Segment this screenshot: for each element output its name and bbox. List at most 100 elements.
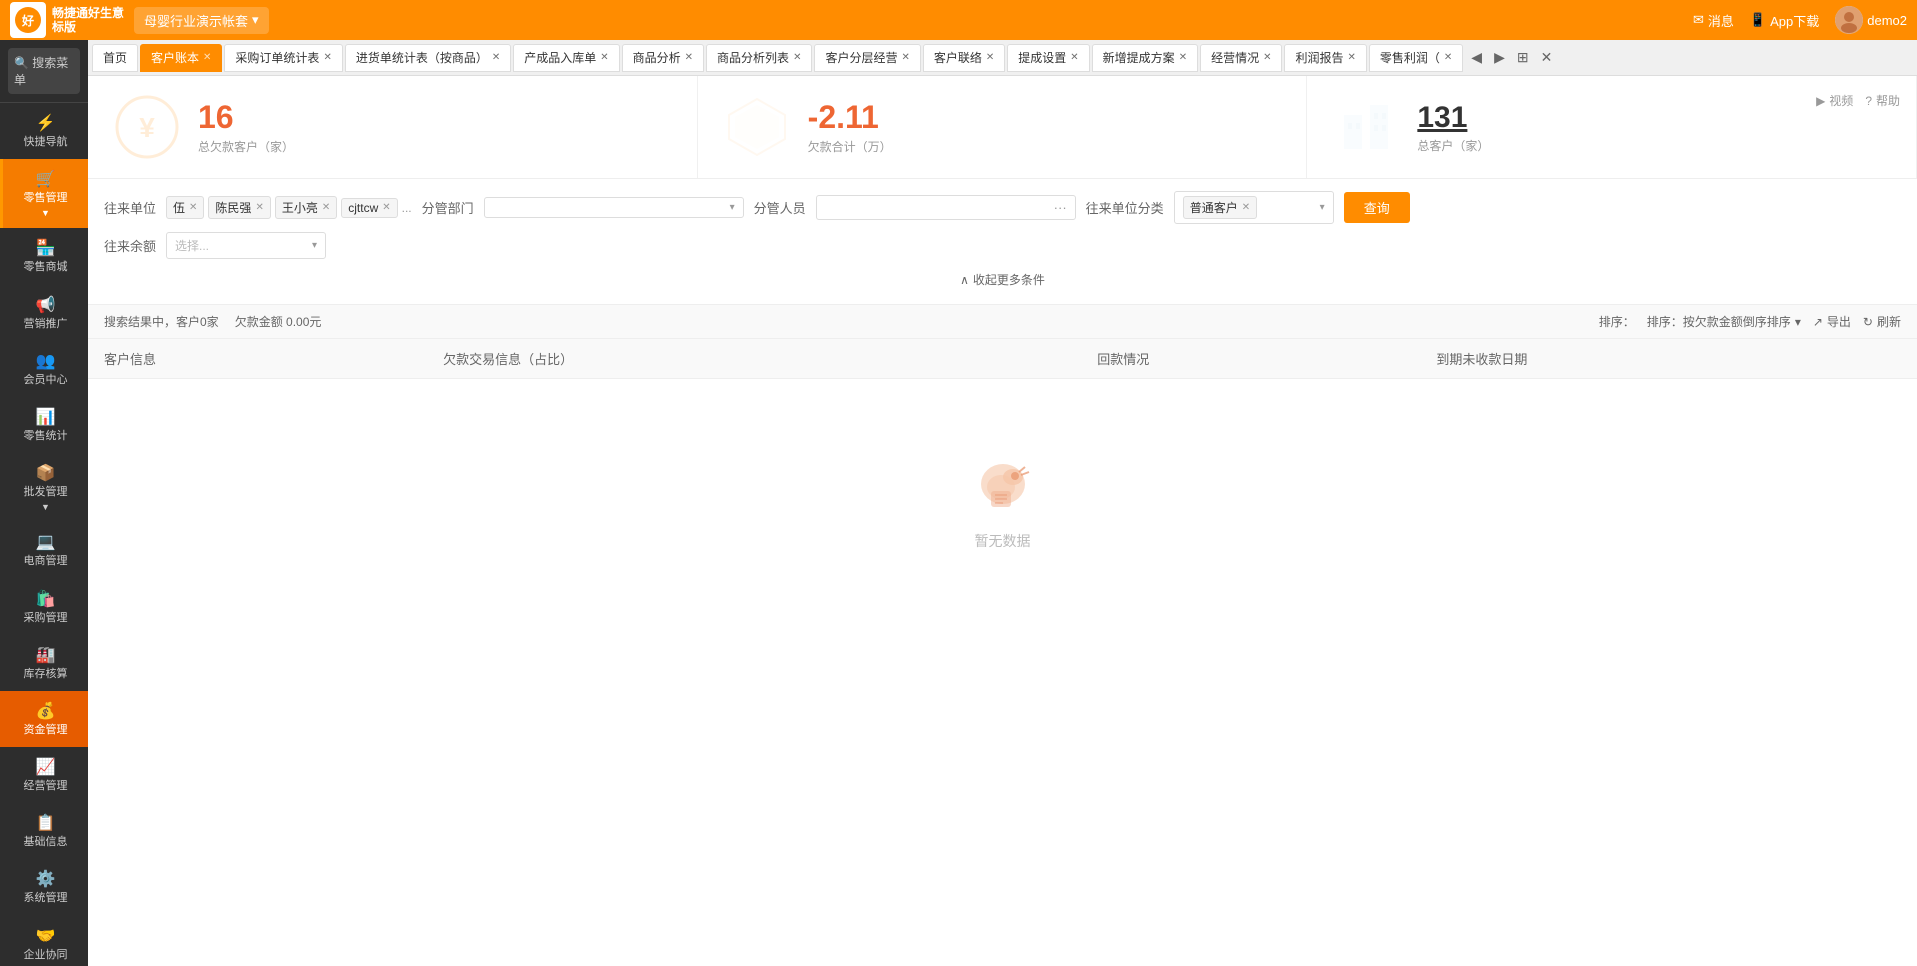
member-icon: 👥	[36, 351, 56, 371]
sidebar-nav-item-retail-stats[interactable]: 📊 零售统计	[0, 397, 88, 453]
tab-customer-layer[interactable]: 客户分层经营 ✕	[814, 44, 920, 72]
building-bg-icon	[1331, 92, 1401, 162]
video-btn[interactable]: ▶ 视频	[1816, 92, 1853, 109]
tab-retail-profit[interactable]: 零售利润（ ✕	[1369, 44, 1463, 72]
collapse-button[interactable]: ∧ 收起更多条件	[960, 271, 1045, 288]
app-download-btn[interactable]: 📱 App下载	[1750, 11, 1819, 30]
help-btn[interactable]: ? 帮助	[1865, 92, 1900, 109]
tab-home[interactable]: 首页	[92, 44, 138, 72]
unit-filter-label: 往来单位	[104, 198, 156, 217]
tab-profit-report[interactable]: 利润报告 ✕	[1284, 44, 1366, 72]
purchase-icon: 🛍️	[36, 589, 56, 609]
sidebar-search-area: 🔍 搜索菜单	[0, 40, 88, 103]
close-tab-commission[interactable]: ✕	[1070, 52, 1078, 63]
chevron-down-icon: ▾	[252, 12, 259, 28]
search-menu-button[interactable]: 🔍 搜索菜单	[8, 48, 80, 94]
close-tab-customer-contact[interactable]: ✕	[986, 52, 994, 63]
balance-arrow-icon: ▾	[312, 240, 317, 251]
person-select[interactable]: ···	[816, 195, 1076, 220]
tab-goods-in[interactable]: 进货单统计表（按商品） ✕	[345, 44, 511, 72]
sort-button[interactable]: 排序：按欠款金额倒序排序 ▾	[1647, 313, 1801, 330]
close-tab-goods-in[interactable]: ✕	[492, 52, 500, 63]
close-tab-purchase[interactable]: ✕	[323, 52, 331, 63]
class-tag-normal: 普通客户 ✕	[1183, 196, 1257, 219]
remove-tag-chen[interactable]: ✕	[255, 202, 263, 213]
col-customer-info: 客户信息	[88, 339, 427, 379]
refresh-button[interactable]: ↻ 刷新	[1863, 313, 1901, 330]
close-tab-profit[interactable]: ✕	[1348, 52, 1356, 63]
sort-icon: ▾	[1795, 315, 1801, 329]
close-tab-retail-profit[interactable]: ✕	[1444, 52, 1452, 63]
sidebar-nav-item-quick-nav[interactable]: ⚡ 快捷导航	[0, 103, 88, 159]
filter-row-1: 往来单位 伍 ✕ 陈民强 ✕ 王小亮	[104, 191, 1901, 224]
retail-mgmt-icon: 🛒	[36, 169, 56, 189]
tabs-close-all-btn[interactable]: ✕	[1535, 49, 1559, 66]
sidebar-nav-item-wholesale[interactable]: 📦 批发管理 ▼	[0, 453, 88, 522]
sidebar-nav-item-retail-store[interactable]: 🏪 零售商城	[0, 228, 88, 284]
tab-new-commission[interactable]: 新增提成方案 ✕	[1092, 44, 1198, 72]
export-button[interactable]: ↗ 导出	[1813, 313, 1851, 330]
tab-commission-setting[interactable]: 提成设置 ✕	[1007, 44, 1089, 72]
industry-selector[interactable]: 母婴行业演示帐套 ▾	[134, 7, 269, 34]
tabs-scroll-left[interactable]: ◀	[1465, 49, 1488, 66]
col-debt-info: 欠款交易信息（占比）	[427, 339, 1081, 379]
stats-panel: ¥ 16 总欠款客户（家）	[88, 76, 1917, 179]
sidebar-nav-item-basic[interactable]: 📋 基础信息	[0, 803, 88, 859]
stat-item-amount: -2.11 欠款合计（万）	[698, 76, 1308, 178]
filter-area: 往来单位 伍 ✕ 陈民强 ✕ 王小亮	[88, 179, 1917, 305]
empty-text: 暂无数据	[975, 531, 1031, 551]
tab-product-warehousing[interactable]: 产成品入库单 ✕	[513, 44, 619, 72]
dept-select[interactable]: ▾	[484, 197, 744, 218]
tab-goods-analysis[interactable]: 商品分析 ✕	[622, 44, 704, 72]
remove-tag-wu[interactable]: ✕	[189, 202, 197, 213]
dept-filter-label: 分管部门	[422, 198, 474, 217]
stat-label-total: 总客户（家）	[1417, 137, 1489, 154]
close-tab-customer-ledger[interactable]: ✕	[203, 52, 211, 63]
sidebar-nav-item-retail-mgmt[interactable]: 🛒 零售管理 ▼	[0, 159, 88, 228]
download-icon: 📱	[1750, 12, 1766, 28]
close-tab-warehousing[interactable]: ✕	[600, 52, 608, 63]
close-tab-new-commission[interactable]: ✕	[1179, 52, 1187, 63]
sidebar-nav-item-marketing[interactable]: 📢 营销推广	[0, 285, 88, 341]
messages-btn[interactable]: ✉ 消息	[1693, 11, 1734, 30]
sidebar-nav-item-member[interactable]: 👥 会员中心	[0, 341, 88, 397]
balance-filter-label: 往来余额	[104, 236, 156, 255]
class-filter-label: 往来单位分类	[1086, 198, 1164, 217]
user-menu[interactable]: demo2	[1835, 6, 1907, 34]
tab-goods-analysis-list[interactable]: 商品分析列表 ✕	[706, 44, 812, 72]
tab-purchase-order[interactable]: 采购订单统计表 ✕	[224, 44, 342, 72]
tab-customer-ledger[interactable]: 客户账本 ✕	[140, 44, 222, 72]
sidebar-nav-item-sys[interactable]: ⚙️ 系统管理	[0, 859, 88, 915]
person-more-icon[interactable]: ···	[1054, 200, 1067, 215]
close-tab-goods-analysis[interactable]: ✕	[685, 52, 693, 63]
tab-customer-contact[interactable]: 客户联络 ✕	[923, 44, 1005, 72]
results-summary: 搜索结果中，客户0家 欠款金额 0.00元	[104, 313, 321, 330]
close-tab-customer-layer[interactable]: ✕	[901, 52, 909, 63]
results-actions: 排序： 排序：按欠款金额倒序排序 ▾ ↗ 导出 ↻ 刷新	[1599, 313, 1901, 330]
remove-tag-cjttcw[interactable]: ✕	[382, 202, 390, 213]
tabs-expand-btn[interactable]: ⊞	[1511, 49, 1535, 66]
person-filter-label: 分管人员	[754, 198, 806, 217]
yuan-bg-icon: ¥	[112, 92, 182, 162]
tabs-scroll-right[interactable]: ▶	[1488, 49, 1511, 66]
sidebar-nav-item-ops[interactable]: 📈 经营管理	[0, 747, 88, 803]
remove-class-tag[interactable]: ✕	[1242, 202, 1250, 213]
balance-select[interactable]: 选择... ▾	[166, 232, 326, 259]
sidebar-nav-item-enterprise[interactable]: 🤝 企业协同	[0, 916, 88, 966]
close-tab-goods-list[interactable]: ✕	[793, 52, 801, 63]
message-icon: ✉	[1693, 12, 1704, 28]
sidebar-nav-item-ecommerce[interactable]: 💻 电商管理	[0, 522, 88, 578]
sidebar-nav-item-inventory[interactable]: 🏭 库存核算	[0, 635, 88, 691]
remove-tag-wang[interactable]: ✕	[322, 202, 330, 213]
sidebar-nav-item-finance[interactable]: 💰 资金管理	[0, 691, 88, 747]
class-select[interactable]: 普通客户 ✕ ▾	[1174, 191, 1334, 224]
filter-more-btn[interactable]: ...	[402, 201, 412, 215]
stat-item-customers: ¥ 16 总欠款客户（家）	[88, 76, 698, 178]
tab-business-status[interactable]: 经营情况 ✕	[1200, 44, 1282, 72]
wholesale-icon: 📦	[36, 463, 56, 483]
sidebar-nav-item-purchase[interactable]: 🛍️ 采购管理	[0, 579, 88, 635]
svg-text:好: 好	[21, 13, 34, 28]
stat-info-amount: -2.11 欠款合计（万）	[808, 99, 892, 155]
close-tab-biz-status[interactable]: ✕	[1263, 52, 1271, 63]
search-button[interactable]: 查询	[1344, 192, 1410, 223]
